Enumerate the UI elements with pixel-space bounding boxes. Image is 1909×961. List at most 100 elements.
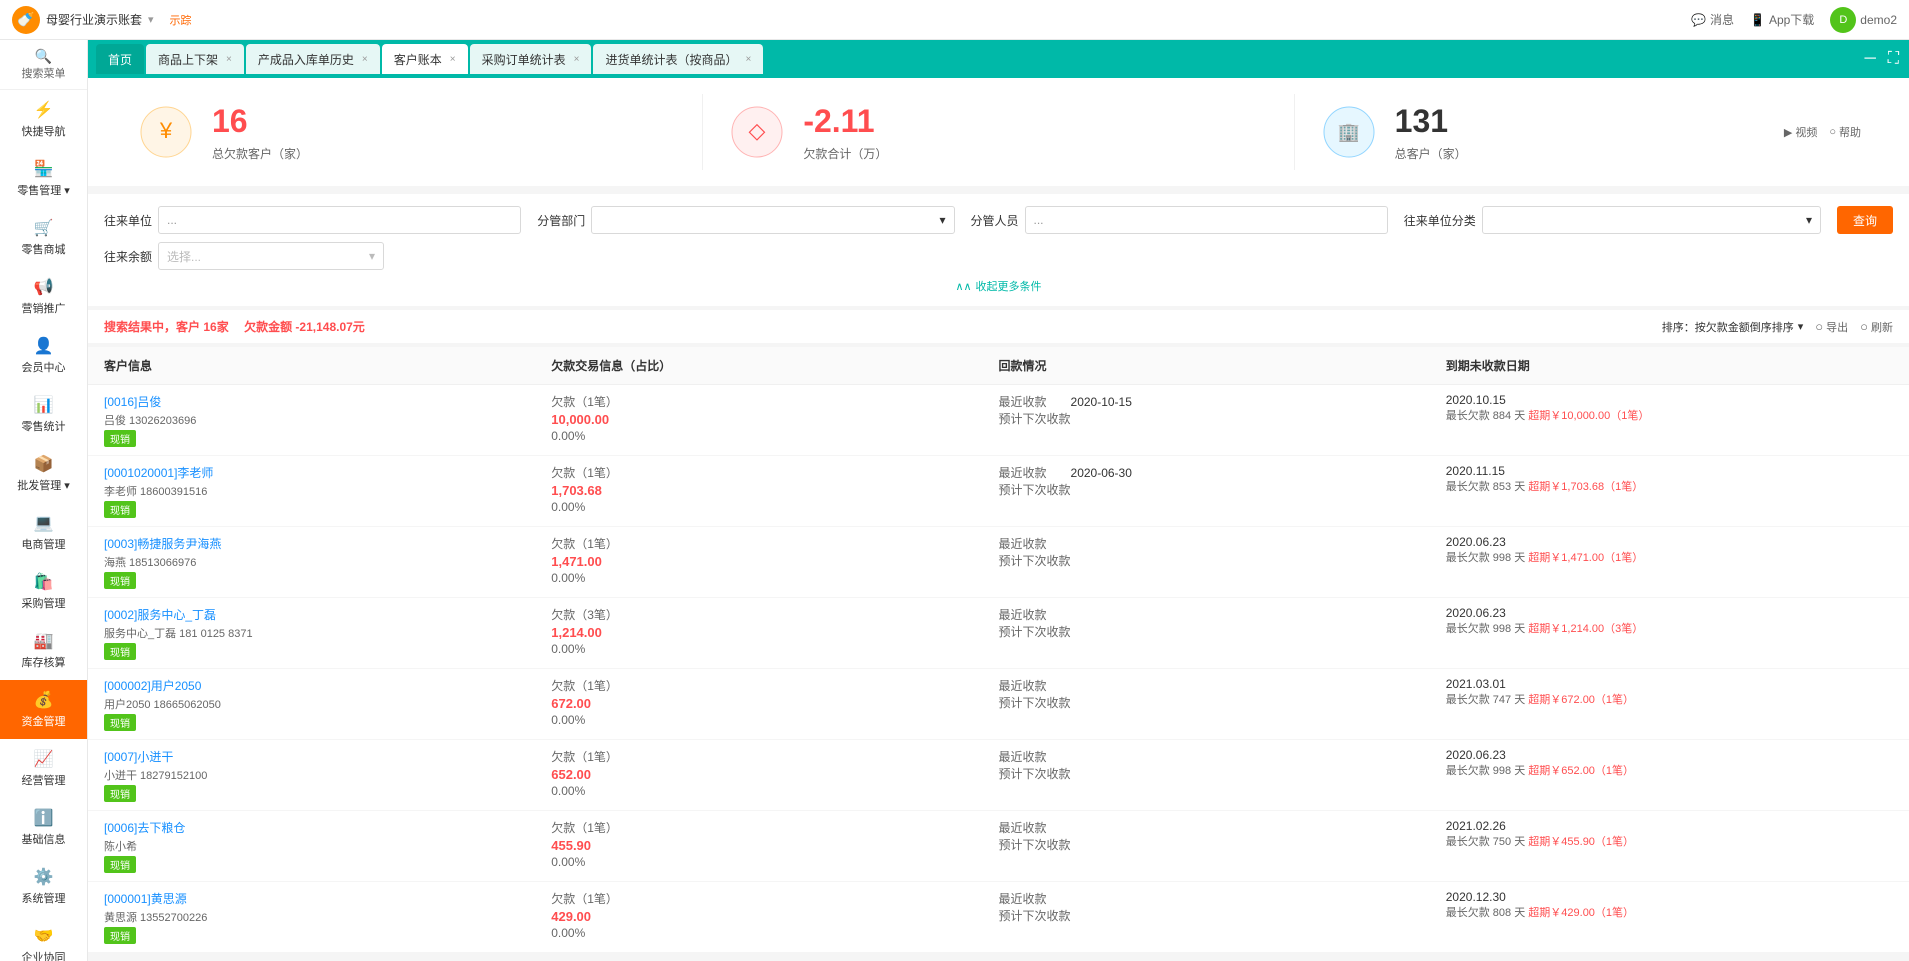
customer-badge: 现销	[104, 785, 136, 802]
svg-text:🏢: 🏢	[1337, 122, 1359, 142]
overdue-amount[interactable]: 超期￥10,000.00（1笔）	[1528, 410, 1649, 422]
overdue-amount[interactable]: 超期￥455.90（1笔）	[1528, 836, 1634, 848]
overdue-amount[interactable]: 超期￥429.00（1笔）	[1528, 907, 1634, 919]
filter-input-person[interactable]: ...	[1025, 206, 1388, 234]
help-btn[interactable]: ○ 帮助	[1829, 124, 1861, 140]
app-download-label: App下载	[1769, 11, 1814, 28]
company-dropdown-icon[interactable]: ▾	[148, 13, 154, 26]
tab-maximize-btn[interactable]: ⛶	[1886, 48, 1901, 70]
sidebar-item-label: 库存核算	[22, 654, 66, 670]
overdue-amount[interactable]: 超期￥672.00（1笔）	[1528, 694, 1634, 706]
sidebar-item-enterprise-collab[interactable]: 🤝 企业协同	[0, 916, 87, 961]
filter-dots-person: ...	[1034, 213, 1044, 227]
sidebar-item-retail-mall[interactable]: 🛒 零售商城	[0, 208, 87, 267]
customer-name-link[interactable]: [0016]吕俊	[104, 395, 161, 409]
overdue-days: 最长欠款 998 天 超期￥1,471.00（1笔）	[1446, 549, 1893, 565]
debt-amount[interactable]: 429.00	[551, 909, 998, 924]
filter-input-dept[interactable]: ▾	[591, 206, 954, 234]
sidebar-item-quick-nav[interactable]: ⚡ 快捷导航	[0, 90, 87, 149]
sidebar-item-ecommerce-mgmt[interactable]: 💻 电商管理	[0, 503, 87, 562]
basic-info-icon: ℹ️	[34, 808, 54, 828]
overdue-amount[interactable]: 超期￥1,471.00（1笔）	[1528, 552, 1643, 564]
app-logo: 🍼	[12, 6, 40, 34]
debt-amount[interactable]: 652.00	[551, 767, 998, 782]
wholesale-mgmt-icon: 📦	[34, 454, 54, 474]
quick-nav-icon: ⚡	[34, 100, 54, 120]
overdue-amount[interactable]: 超期￥1,703.68（1笔）	[1528, 481, 1643, 493]
sidebar-item-label: 资金管理	[22, 713, 66, 729]
customer-phone: 服务中心_丁磊 181 0125 8371	[104, 625, 551, 641]
sort-select[interactable]: 排序：按欠款金额倒序排序 ▾	[1662, 319, 1804, 335]
sidebar-item-retail-mgmt[interactable]: 🏪 零售管理 ▾	[0, 149, 87, 208]
customer-name-link[interactable]: [0007]小迸干	[104, 750, 173, 764]
payback-cell: 最近收款 预计下次收款	[999, 606, 1446, 640]
debt-ratio: 0.00%	[551, 571, 998, 585]
tab-production-history[interactable]: 产成品入库单历史 ×	[246, 44, 380, 74]
sidebar-item-label: 系统管理	[22, 890, 66, 906]
tab-close-icon[interactable]: ×	[450, 54, 456, 65]
search-button[interactable]: 查询	[1837, 206, 1893, 234]
app-download-btn[interactable]: 📱 App下载	[1750, 11, 1814, 28]
customer-info-cell: [0016]吕俊 吕俊 13026203696 现销	[104, 393, 551, 447]
sidebar-item-finance-mgmt[interactable]: 💰 资金管理	[0, 680, 87, 739]
debt-amount[interactable]: 10,000.00	[551, 412, 998, 427]
debt-amount[interactable]: 672.00	[551, 696, 998, 711]
sidebar-item-retail-stats[interactable]: 📊 零售统计	[0, 385, 87, 444]
customer-name-link[interactable]: [000001]黄思源	[104, 892, 187, 906]
tab-purchase-stats[interactable]: 采购订单统计表 ×	[470, 44, 592, 74]
tab-close-icon[interactable]: ×	[226, 54, 232, 65]
sidebar-item-operations-mgmt[interactable]: 📈 经营管理	[0, 739, 87, 798]
tab-close-icon[interactable]: ×	[574, 54, 580, 65]
sidebar-item-inventory[interactable]: 🏭 库存核算	[0, 621, 87, 680]
next-payment: 预计下次收款	[999, 907, 1446, 924]
overdue-amount[interactable]: 超期￥652.00（1笔）	[1528, 765, 1634, 777]
collapse-btn[interactable]: ∧∧ 收起更多条件	[955, 278, 1041, 294]
customer-name-link[interactable]: [000002]用户2050	[104, 679, 201, 693]
sidebar-item-member-center[interactable]: 👤 会员中心	[0, 326, 87, 385]
filter-select-balance[interactable]: 选择... ▾	[158, 242, 384, 270]
sidebar-item-marketing[interactable]: 📢 营销推广	[0, 267, 87, 326]
tab-close-icon[interactable]: ×	[362, 54, 368, 65]
filter-input-category[interactable]: ▾	[1482, 206, 1821, 234]
filter-item-person: 分管人员 ...	[971, 206, 1388, 234]
tab-home[interactable]: 首页	[96, 44, 144, 74]
sidebar-search[interactable]: 🔍 搜索菜单	[0, 40, 87, 90]
tab-products-listing[interactable]: 商品上下架 ×	[146, 44, 244, 74]
tab-purchase-stats-label: 采购订单统计表	[482, 51, 566, 68]
customer-name-link[interactable]: [0003]畅捷服务尹海燕	[104, 537, 221, 551]
next-payment: 预计下次收款	[999, 765, 1446, 782]
filter-input-customer[interactable]: ...	[158, 206, 521, 234]
tab-close-icon[interactable]: ×	[745, 54, 751, 65]
customer-badge: 现销	[104, 643, 136, 660]
user-area[interactable]: D demo2	[1830, 7, 1897, 33]
filter-item-balance: 往来余额 选择... ▾	[104, 242, 384, 270]
tab-customer-ledger[interactable]: 客户账本 ×	[382, 44, 468, 74]
sidebar-item-label: 零售管理 ▾	[17, 182, 70, 198]
debt-amount[interactable]: 1,471.00	[551, 554, 998, 569]
customer-name-link[interactable]: [0002]服务中心_丁磊	[104, 608, 216, 622]
tab-minimize-btn[interactable]: ─	[1862, 48, 1877, 70]
debt-amount[interactable]: 455.90	[551, 838, 998, 853]
sidebar: 🔍 搜索菜单 ⚡ 快捷导航 🏪 零售管理 ▾ 🛒 零售商城 📢 营销推广 👤 会…	[0, 40, 88, 961]
sidebar-item-system-mgmt[interactable]: ⚙️ 系统管理	[0, 857, 87, 916]
sidebar-item-purchase-mgmt[interactable]: 🛍️ 采购管理	[0, 562, 87, 621]
last-payment: 最近收款	[999, 535, 1446, 552]
debt-amount[interactable]: 1,214.00	[551, 625, 998, 640]
refresh-btn[interactable]: ○ 刷新	[1860, 319, 1893, 335]
sidebar-item-wholesale-mgmt[interactable]: 📦 批发管理 ▾	[0, 444, 87, 503]
overdue-amount[interactable]: 超期￥1,214.00（3笔）	[1528, 623, 1643, 635]
overdue-days: 最长欠款 853 天 超期￥1,703.68（1笔）	[1446, 478, 1893, 494]
debt-count: 欠款（1笔）	[551, 535, 998, 552]
video-btn[interactable]: ▶ 视频	[1784, 124, 1817, 140]
debt-amount[interactable]: 1,703.68	[551, 483, 998, 498]
customer-name-link[interactable]: [0001020001]李老师	[104, 466, 213, 480]
payback-cell: 最近收款 预计下次收款	[999, 819, 1446, 853]
sidebar-item-label: 会员中心	[22, 359, 66, 375]
sidebar-item-basic-info[interactable]: ℹ️ 基础信息	[0, 798, 87, 857]
message-btn[interactable]: 💬 消息	[1691, 11, 1734, 28]
customer-info-cell: [0007]小迸干 小迸干 18279152100 现销	[104, 748, 551, 802]
debt-ratio: 0.00%	[551, 926, 998, 940]
tab-purchase-goods-stats[interactable]: 进货单统计表（按商品） ×	[593, 44, 763, 74]
customer-name-link[interactable]: [0006]去下粮仓	[104, 821, 185, 835]
export-btn[interactable]: ○ 导出	[1815, 319, 1848, 335]
